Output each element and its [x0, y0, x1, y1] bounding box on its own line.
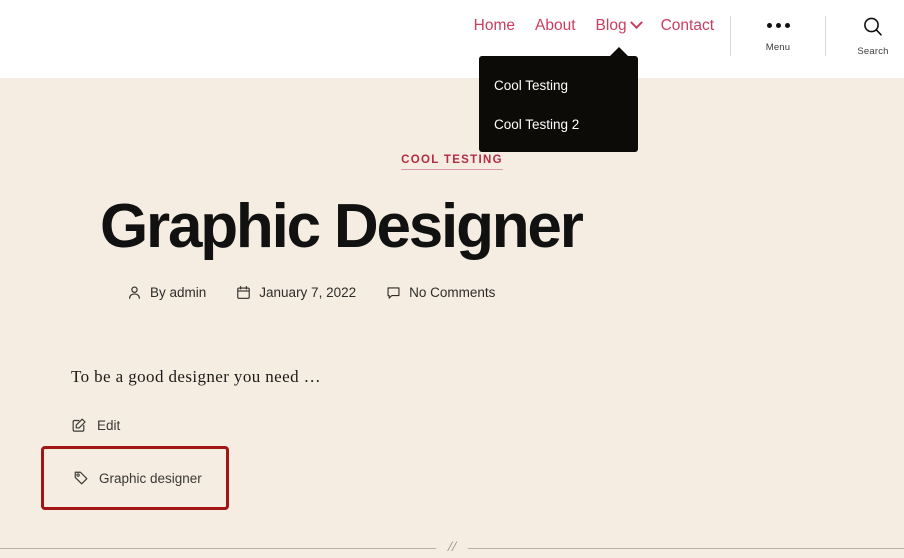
edit-post-label: Edit [97, 417, 121, 433]
user-icon [127, 285, 142, 300]
nav-item-label: Blog [595, 17, 627, 34]
edit-icon [71, 417, 87, 433]
nav-item-label: Contact [660, 17, 714, 34]
header-inner: Home About Blog Contact Menu Search [474, 16, 904, 57]
post-date: January 7, 2022 [236, 285, 356, 300]
search-button-label: Search [857, 46, 889, 57]
post-tag-link[interactable]: Graphic designer [73, 470, 202, 486]
footer-rule-left [0, 548, 436, 549]
footer-separator-glyph: // [447, 539, 457, 555]
comment-icon [386, 285, 401, 300]
nav-item-contact[interactable]: Contact [661, 18, 714, 34]
primary-navigation: Home About Blog Contact [474, 16, 714, 34]
category-row: COOL TESTING [0, 150, 904, 170]
post-meta: By admin January 7, 2022 No Comments [127, 285, 904, 300]
ellipsis-icon [766, 16, 790, 34]
menu-button-label: Menu [765, 42, 791, 53]
footer-separator: // [0, 539, 904, 557]
header-divider-right [825, 16, 826, 56]
menu-button[interactable]: Menu [747, 16, 809, 53]
tag-highlight-box: Graphic designer [41, 446, 229, 511]
blog-dropdown-menu: Cool Testing Cool Testing 2 [479, 47, 638, 152]
nav-item-label: About [535, 17, 576, 34]
dropdown-item-cool-testing-2[interactable]: Cool Testing 2 [479, 111, 638, 138]
site-header: Home About Blog Contact Menu Search [0, 0, 904, 78]
search-button[interactable]: Search [842, 16, 904, 57]
chevron-down-icon[interactable] [629, 16, 643, 30]
edit-post-link[interactable]: Edit [71, 417, 120, 433]
post-date-label: January 7, 2022 [259, 285, 357, 301]
main-content: COOL TESTING Graphic Designer By admin J… [0, 78, 904, 511]
post-body-text: To be a good designer you need … [71, 367, 322, 387]
post-category-link[interactable]: COOL TESTING [401, 154, 503, 170]
nav-item-blog[interactable]: Blog [595, 16, 643, 34]
page-title: Graphic Designer [100, 192, 584, 261]
footer-rule-right [468, 548, 904, 549]
post-comments-label: No Comments [409, 285, 496, 301]
nav-item-about[interactable]: About [535, 18, 576, 34]
post-comments-link[interactable]: No Comments [386, 285, 495, 300]
nav-item-label: Home [473, 17, 516, 34]
search-icon [862, 16, 884, 38]
dropdown-item-cool-testing[interactable]: Cool Testing [479, 72, 638, 99]
post-tag-label: Graphic designer [99, 470, 202, 486]
calendar-icon [236, 285, 251, 300]
nav-item-home[interactable]: Home [474, 18, 515, 34]
post-author-label: By admin [150, 285, 207, 301]
header-divider-left [730, 16, 731, 56]
tag-icon [73, 470, 89, 486]
post-author: By admin [127, 285, 206, 300]
